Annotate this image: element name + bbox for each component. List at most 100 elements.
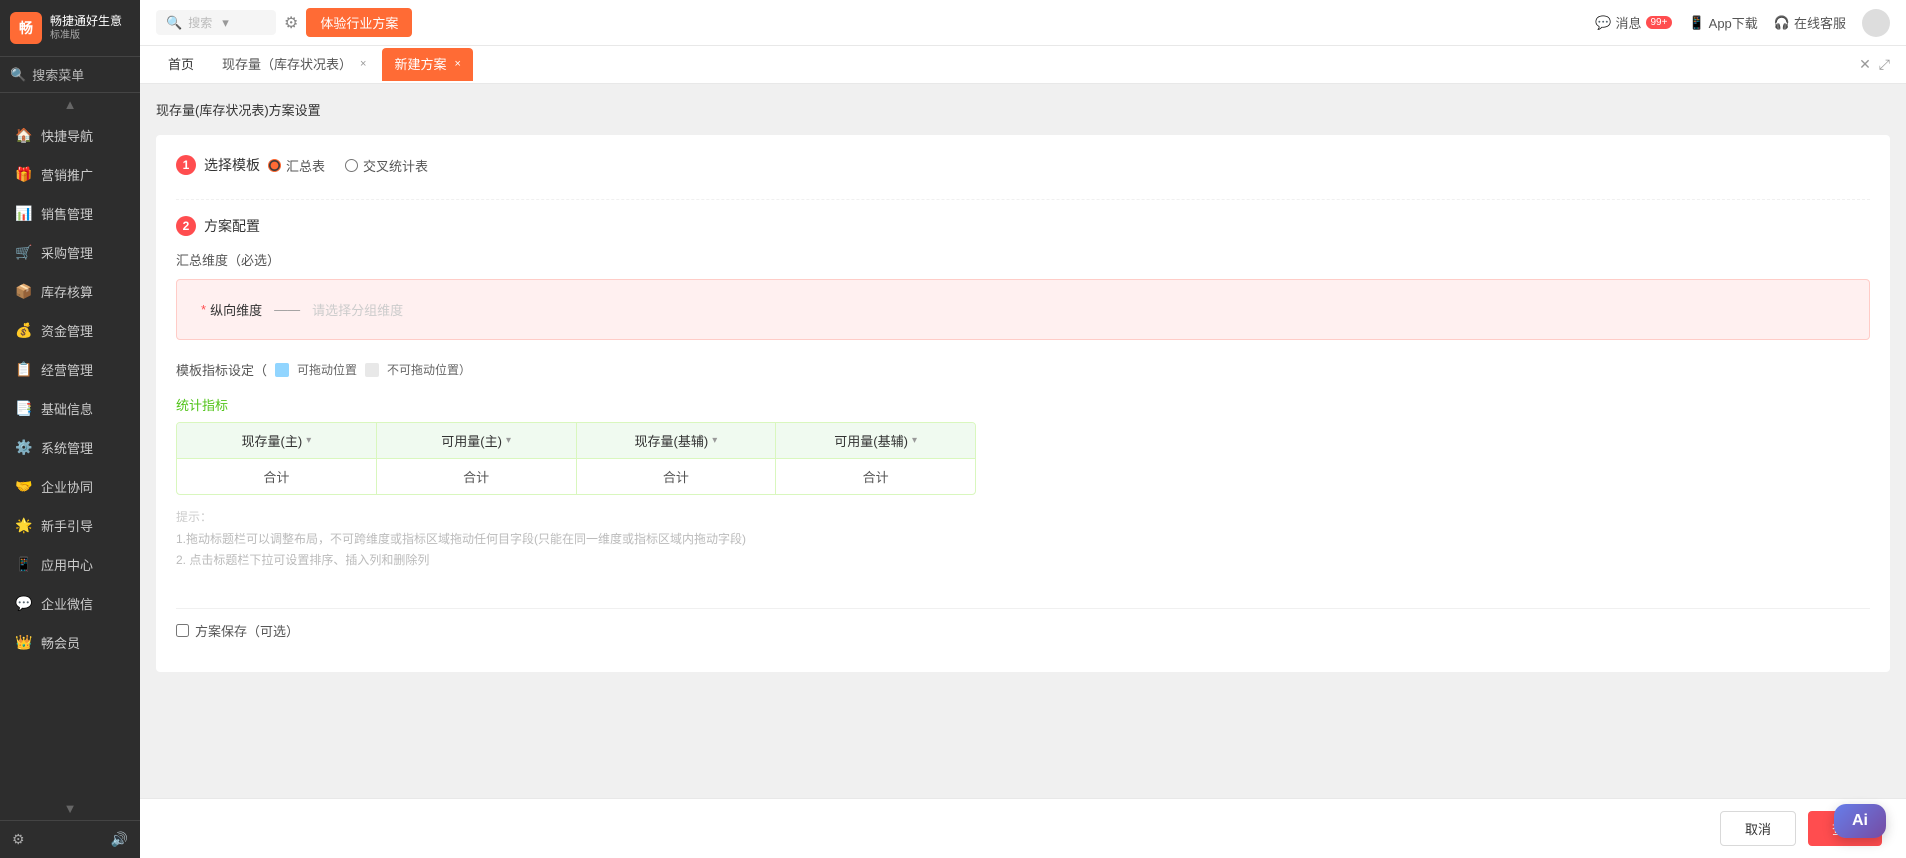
- indicator-label: 模板指标设定（ 可拖动位置 不可拖动位置）: [176, 360, 1870, 379]
- settings-panel: 1 选择模板 汇总表 交叉统计表: [156, 135, 1890, 672]
- chart-icon: 📊: [15, 205, 33, 222]
- sidebar-item-sales[interactable]: 📊 销售管理: [0, 194, 140, 233]
- footer-audio-icon[interactable]: 🔊: [111, 831, 128, 848]
- ai-float-button[interactable]: Ai: [1834, 804, 1886, 838]
- radio-cross[interactable]: 交叉统计表: [345, 156, 428, 175]
- content-area: 现存量(库存状况表)方案设置 1 选择模板 汇总表 交叉统计表: [140, 84, 1906, 798]
- stats-col-2[interactable]: 可用量(主) ▾: [377, 423, 577, 458]
- draggable-indicator: [275, 363, 289, 377]
- tab-new-plan-label: 新建方案: [394, 54, 446, 73]
- logo-icon: 畅: [10, 12, 42, 44]
- gear-icon: ⚙️: [15, 439, 33, 456]
- topbar-right: 💬 消息 99+ 📱 App下载 🎧 在线客服: [1595, 9, 1890, 37]
- stats-data-row-0: 合计 合计 合计 合计: [177, 458, 975, 494]
- sidebar-item-basic[interactable]: 📑 基础信息: [0, 389, 140, 428]
- tab-inventory-label: 现存量（库存状况表）: [222, 54, 352, 73]
- tab-inventory-close[interactable]: ×: [360, 58, 366, 70]
- summary-dimension-label: 汇总维度（必选）: [176, 250, 1870, 269]
- step2-section: 2 方案配置 汇总维度（必选） * 纵向维度 —— 请选择分组维度 模板指标设定…: [176, 216, 1870, 584]
- sidebar-item-system[interactable]: ⚙️ 系统管理: [0, 428, 140, 467]
- tab-inventory-status[interactable]: 现存量（库存状况表） ×: [210, 48, 378, 81]
- scroll-down-btn[interactable]: ▼: [0, 797, 140, 820]
- step1-header: 1 选择模板 汇总表 交叉统计表: [176, 155, 1870, 175]
- sidebar-item-quick-nav[interactable]: 🏠 快捷导航: [0, 116, 140, 155]
- money-icon: 💰: [15, 322, 33, 339]
- dimension-placeholder: 请选择分组维度: [312, 300, 403, 319]
- dimension-box[interactable]: * 纵向维度 —— 请选择分组维度: [176, 279, 1870, 340]
- sidebar: 畅 畅捷通好生意 标准版 🔍 搜索菜单 ▲ 🏠 快捷导航 🎁 营销推广 📊 销售…: [0, 0, 140, 858]
- stats-section-label: 统计指标: [176, 395, 1870, 414]
- tabbar-actions: ✕ ⤢: [1859, 56, 1890, 73]
- main-area: 🔍 搜索 ▾ ⚙ 体验行业方案 💬 消息 99+ 📱 App下载 🎧 在线客服: [140, 0, 1906, 858]
- stats-col-1[interactable]: 现存量(主) ▾: [177, 423, 377, 458]
- tab-new-plan-close[interactable]: ×: [454, 58, 460, 70]
- expand-icon[interactable]: ⤢: [1879, 56, 1890, 73]
- step2-header: 2 方案配置: [176, 216, 1870, 236]
- app-download-item[interactable]: 📱 App下载: [1688, 13, 1757, 32]
- sidebar-item-member[interactable]: 👑 畅会员: [0, 623, 140, 662]
- headset-icon: 🎧: [1774, 15, 1790, 31]
- sidebar-logo: 畅 畅捷通好生意 标准版: [0, 0, 140, 57]
- step1-section: 1 选择模板 汇总表 交叉统计表: [176, 155, 1870, 175]
- tabbar: 首页 现存量（库存状况表） × 新建方案 × ✕ ⤢: [140, 46, 1906, 84]
- col3-chevron[interactable]: ▾: [712, 435, 717, 446]
- clipboard-icon: 📋: [15, 361, 33, 378]
- sidebar-item-purchase[interactable]: 🛒 采购管理: [0, 233, 140, 272]
- sidebar-nav: 🏠 快捷导航 🎁 营销推广 📊 销售管理 🛒 采购管理 📦 库存核算 💰 资金管…: [0, 116, 140, 797]
- non-draggable-indicator: [365, 363, 379, 377]
- save-option: 方案保存（可选）: [176, 608, 1870, 652]
- customer-service-item[interactable]: 🎧 在线客服: [1774, 13, 1846, 32]
- stats-col-3[interactable]: 现存量(基辅) ▾: [577, 423, 777, 458]
- stats-col-4[interactable]: 可用量(基辅) ▾: [776, 423, 975, 458]
- stats-table: 现存量(主) ▾ 可用量(主) ▾ 现存量(基辅) ▾ 可用量(基辅): [176, 422, 976, 495]
- sidebar-item-finance[interactable]: 💰 资金管理: [0, 311, 140, 350]
- dimension-field-label: 纵向维度: [210, 300, 262, 319]
- trial-industry-button[interactable]: 体验行业方案: [306, 8, 412, 37]
- phone-download-icon: 📱: [1688, 15, 1704, 31]
- sidebar-item-wechat[interactable]: 💬 企业微信: [0, 584, 140, 623]
- tab-new-plan[interactable]: 新建方案 ×: [382, 48, 472, 81]
- sidebar-item-marketing[interactable]: 🎁 营销推广: [0, 155, 140, 194]
- message-item[interactable]: 💬 消息 99+: [1595, 13, 1672, 32]
- close-tab-icon[interactable]: ✕: [1859, 56, 1871, 73]
- cancel-button[interactable]: 取消: [1720, 811, 1796, 846]
- save-option-label: 方案保存（可选）: [195, 621, 299, 640]
- tips-section: 提示： 1.拖动标题栏可以调整布局，不可跨维度或指标区域拖动任何目字段(只能在同…: [176, 495, 1870, 584]
- tab-home-label: 首页: [168, 54, 194, 73]
- message-badge: 99+: [1646, 16, 1673, 29]
- save-checkbox[interactable]: [176, 624, 189, 637]
- template-radio-group: 汇总表 交叉统计表: [268, 156, 428, 175]
- sidebar-search[interactable]: 🔍 搜索菜单: [0, 57, 140, 93]
- radio-summary[interactable]: 汇总表: [268, 156, 325, 175]
- topbar-search-area[interactable]: 🔍 搜索 ▾: [156, 10, 276, 35]
- tab-home[interactable]: 首页: [156, 48, 206, 81]
- ai-label: Ai: [1852, 812, 1868, 830]
- topbar: 🔍 搜索 ▾ ⚙ 体验行业方案 💬 消息 99+ 📱 App下载 🎧 在线客服: [140, 0, 1906, 46]
- search-dropdown-icon[interactable]: ▾: [222, 15, 229, 31]
- sidebar-item-inventory[interactable]: 📦 库存核算: [0, 272, 140, 311]
- required-mark: *: [201, 302, 206, 317]
- sidebar-item-newbie[interactable]: 🌟 新手引导: [0, 506, 140, 545]
- col4-chevron[interactable]: ▾: [912, 435, 917, 446]
- sidebar-item-operation[interactable]: 📋 经营管理: [0, 350, 140, 389]
- col1-chevron[interactable]: ▾: [306, 435, 311, 446]
- user-avatar[interactable]: [1862, 9, 1890, 37]
- sidebar-item-cooperation[interactable]: 🤝 企业协同: [0, 467, 140, 506]
- crown-icon: 👑: [15, 634, 33, 651]
- star-icon: 🌟: [15, 517, 33, 534]
- col2-chevron[interactable]: ▾: [506, 435, 511, 446]
- message-icon: 💬: [1595, 15, 1611, 31]
- scroll-up-btn[interactable]: ▲: [0, 93, 140, 116]
- cart-icon: 🛒: [15, 244, 33, 261]
- topbar-settings-icon[interactable]: ⚙: [284, 13, 298, 33]
- stats-header-row: 现存量(主) ▾ 可用量(主) ▾ 现存量(基辅) ▾ 可用量(基辅): [177, 423, 975, 458]
- handshake-icon: 🤝: [15, 478, 33, 495]
- step-divider-1: [176, 199, 1870, 200]
- sidebar-item-app-center[interactable]: 📱 应用中心: [0, 545, 140, 584]
- logo-text: 畅捷通好生意 标准版: [50, 14, 122, 43]
- stats-cell-0-3: 合计: [776, 459, 975, 494]
- home-icon: 🏠: [15, 127, 33, 144]
- stats-cell-0-1: 合计: [377, 459, 577, 494]
- footer-settings-icon[interactable]: ⚙: [12, 831, 25, 848]
- search-bar-icon: 🔍: [166, 15, 182, 31]
